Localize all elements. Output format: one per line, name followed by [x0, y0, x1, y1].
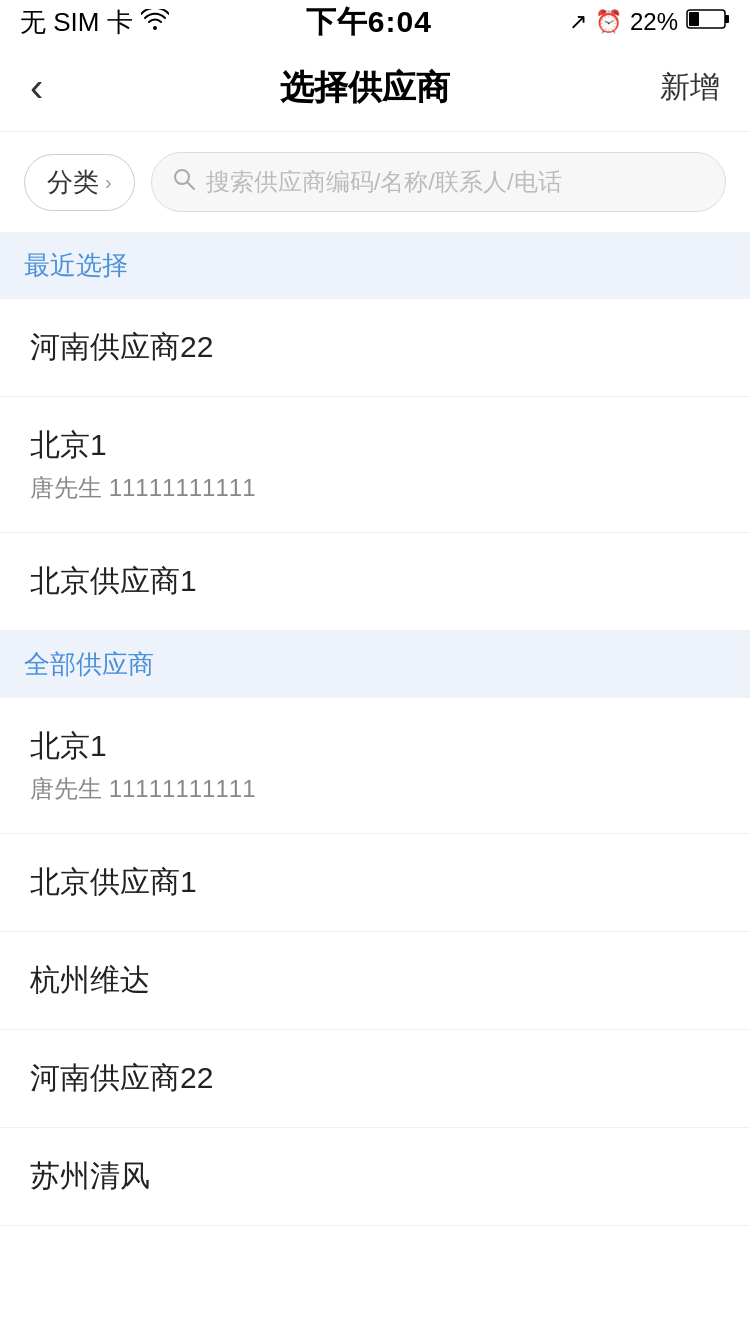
- chevron-right-icon: ›: [105, 171, 112, 194]
- all-list: 北京1 唐先生 11111111111 北京供应商1 杭州维达 河南供应商22 …: [0, 698, 750, 1226]
- list-item[interactable]: 北京1 唐先生 11111111111: [0, 698, 750, 834]
- search-icon: [172, 167, 196, 198]
- item-name: 北京1: [30, 425, 720, 466]
- page-title: 选择供应商: [90, 65, 640, 111]
- status-bar: 无 SIM 卡 下午6:04 ↗ ⏰ 22%: [0, 0, 750, 44]
- status-time: 下午6:04: [306, 2, 432, 43]
- battery-icon: [686, 8, 730, 36]
- category-filter-button[interactable]: 分类 ›: [24, 154, 135, 211]
- item-name: 河南供应商22: [30, 1058, 720, 1099]
- search-placeholder: 搜索供应商编码/名称/联系人/电话: [206, 166, 562, 198]
- list-item[interactable]: 杭州维达: [0, 932, 750, 1030]
- svg-rect-2: [689, 12, 699, 26]
- filter-bar: 分类 › 搜索供应商编码/名称/联系人/电话: [0, 132, 750, 232]
- item-name: 北京供应商1: [30, 561, 720, 602]
- all-section-label: 全部供应商: [24, 649, 154, 679]
- svg-line-4: [187, 182, 194, 189]
- location-icon: ↗: [569, 9, 587, 35]
- category-label: 分类: [47, 165, 99, 200]
- list-item[interactable]: 北京供应商1: [0, 834, 750, 932]
- nav-bar: ‹ 选择供应商 新增: [0, 44, 750, 132]
- all-section-header: 全部供应商: [0, 631, 750, 698]
- svg-rect-1: [725, 15, 729, 23]
- status-left: 无 SIM 卡: [20, 5, 169, 40]
- list-item[interactable]: 苏州清风: [0, 1128, 750, 1226]
- recent-list: 河南供应商22 北京1 唐先生 11111111111 北京供应商1: [0, 299, 750, 631]
- item-contact: 唐先生 11111111111: [30, 773, 720, 805]
- item-name: 杭州维达: [30, 960, 720, 1001]
- item-name: 苏州清风: [30, 1156, 720, 1197]
- list-item[interactable]: 北京1 唐先生 11111111111: [0, 397, 750, 533]
- search-box[interactable]: 搜索供应商编码/名称/联系人/电话: [151, 152, 726, 212]
- recent-section-label: 最近选择: [24, 250, 128, 280]
- item-contact: 唐先生 11111111111: [30, 472, 720, 504]
- sim-status: 无 SIM 卡: [20, 5, 133, 40]
- item-name: 北京供应商1: [30, 862, 720, 903]
- list-item[interactable]: 北京供应商1: [0, 533, 750, 631]
- list-item[interactable]: 河南供应商22: [0, 1030, 750, 1128]
- battery-percent: 22%: [630, 8, 678, 36]
- item-name: 北京1: [30, 726, 720, 767]
- item-name: 河南供应商22: [30, 327, 720, 368]
- list-item[interactable]: 河南供应商22: [0, 299, 750, 397]
- back-button[interactable]: ‹: [30, 65, 90, 110]
- alarm-icon: ⏰: [595, 9, 622, 35]
- status-right: ↗ ⏰ 22%: [569, 8, 730, 36]
- wifi-icon: [141, 7, 169, 38]
- recent-section-header: 最近选择: [0, 232, 750, 299]
- add-button[interactable]: 新增: [640, 67, 720, 108]
